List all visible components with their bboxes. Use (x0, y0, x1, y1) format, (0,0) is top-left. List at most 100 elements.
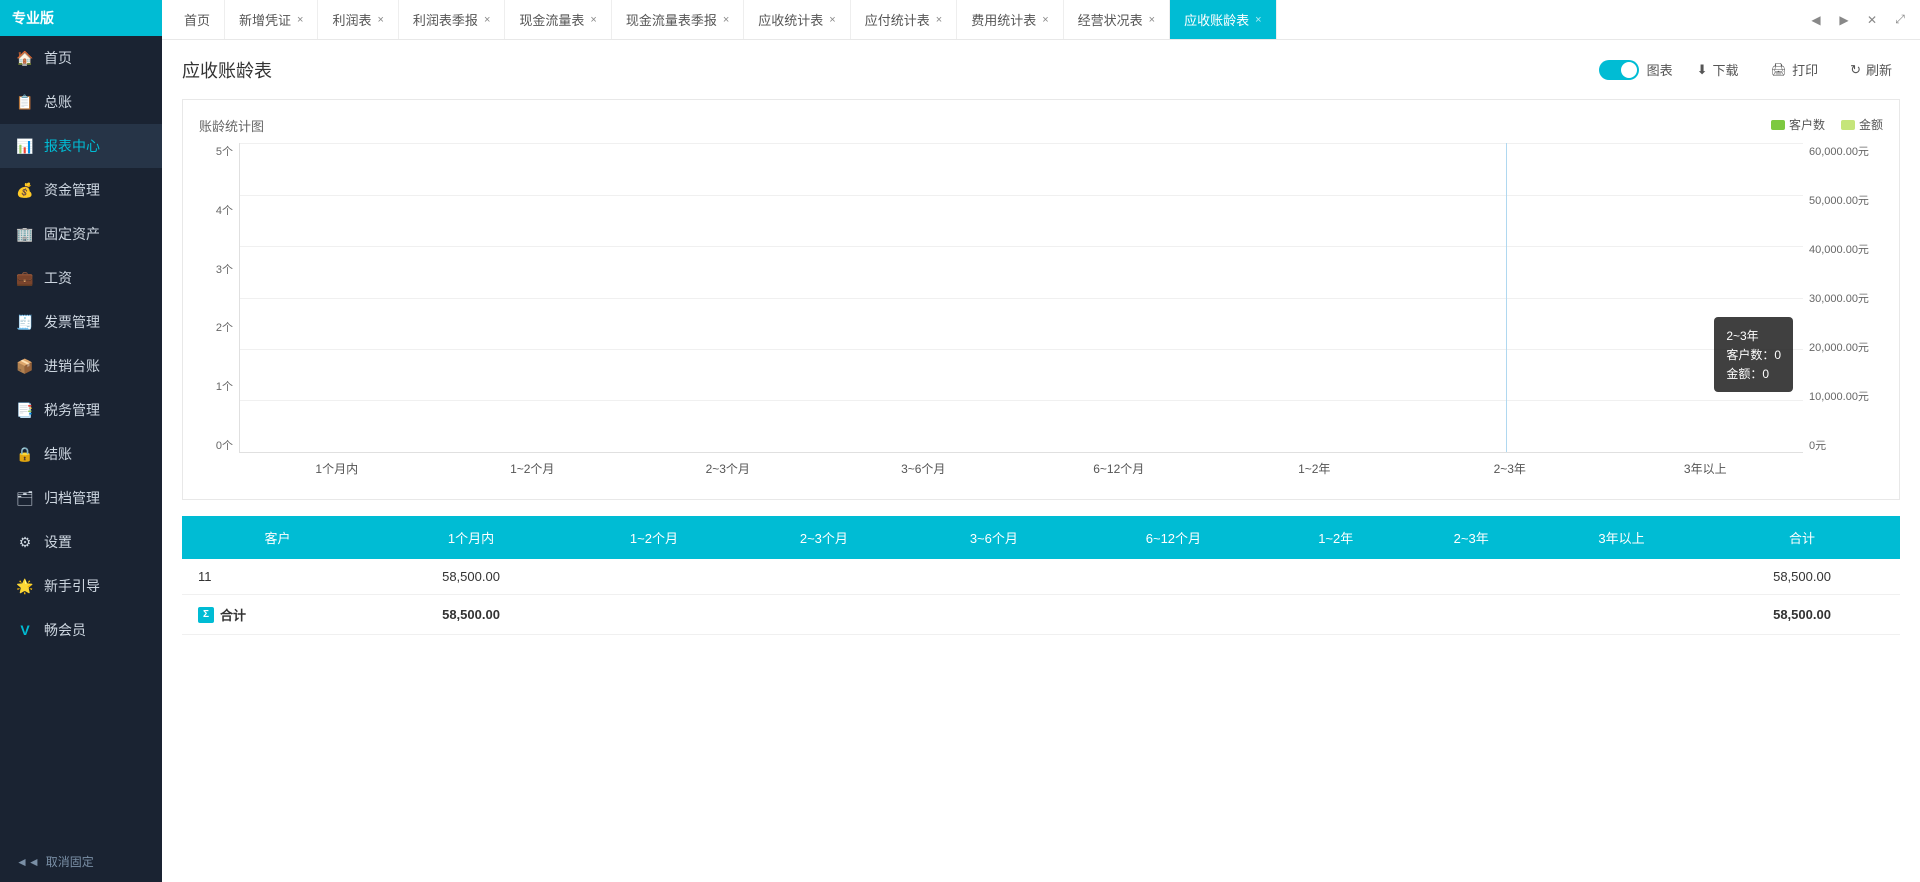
sidebar-item-salary[interactable]: 💼 工资 (0, 256, 162, 300)
sidebar-item-tax[interactable]: 📑 税务管理 (0, 388, 162, 432)
sidebar-item-assets[interactable]: 🏢 固定资产 (0, 212, 162, 256)
tab-prev-button[interactable]: ◀ (1804, 8, 1828, 32)
download-button[interactable]: ⬇ 下载 (1689, 56, 1747, 83)
sidebar-item-vip[interactable]: V 畅会员 (0, 608, 162, 652)
tab-next-button[interactable]: ▶ (1832, 8, 1856, 32)
tab-receivable-aging[interactable]: 应收账龄表 × (1170, 0, 1276, 40)
tab-expense-stat[interactable]: 费用统计表 × (957, 0, 1063, 40)
collapse-arrow-icon: ◄◄ (16, 855, 40, 869)
th-6-12month: 6~12个月 (1079, 516, 1268, 559)
main-area: 首页 新增凭证 × 利润表 × 利润表季报 × 现金流量表 × 现金流量表季报 … (162, 0, 1920, 882)
total-1-2year (1268, 595, 1403, 635)
cell-3-6month-0 (909, 559, 1079, 595)
tab-cashflow-close[interactable]: × (590, 14, 596, 26)
chart-bars (240, 143, 1803, 452)
sidebar-label-tax: 税务管理 (44, 400, 100, 420)
tab-voucher-label: 新增凭证 (239, 10, 291, 29)
th-total: 合计 (1704, 516, 1900, 559)
cell-total-0: 58,500.00 (1704, 559, 1900, 595)
tab-cashflow-quarter-close[interactable]: × (723, 14, 729, 26)
y-right-5: 10,000.00元 (1809, 388, 1869, 404)
tab-payable-stat-close[interactable]: × (936, 14, 942, 26)
print-icon: 🖨 (1771, 62, 1788, 78)
refresh-label: 刷新 (1866, 60, 1892, 79)
cell-2-3year-0 (1403, 559, 1538, 595)
sidebar-item-archive[interactable]: 🗂 归档管理 (0, 476, 162, 520)
tab-cashflow-quarter[interactable]: 现金流量表季报 × (612, 0, 744, 40)
sidebar-item-home[interactable]: 🏠 首页 (0, 36, 162, 80)
tab-operation-label: 经营状况表 (1078, 10, 1143, 29)
sidebar-item-ledger[interactable]: 📋 总账 (0, 80, 162, 124)
tab-receivable-aging-label: 应收账龄表 (1184, 10, 1249, 29)
tooltip-customer-count: 客户数：0 (1726, 346, 1781, 363)
sidebar-label-closing: 结账 (44, 444, 72, 464)
salary-icon: 💼 (16, 270, 34, 287)
sidebar-item-stock[interactable]: 📦 进销台账 (0, 344, 162, 388)
guide-icon: 🌟 (16, 578, 34, 595)
sidebar-label-vip: 畅会员 (44, 620, 86, 640)
print-button[interactable]: 🖨 打印 (1763, 56, 1827, 83)
total-grand: 58,500.00 (1704, 595, 1900, 635)
cell-1month-0: 58,500.00 (373, 559, 569, 595)
tab-voucher-close[interactable]: × (297, 14, 303, 26)
tab-home-label: 首页 (184, 10, 210, 29)
archive-icon: 🗂 (16, 490, 34, 507)
refresh-button[interactable]: ↻ 刷新 (1842, 56, 1900, 83)
sidebar-item-guide[interactable]: 🌟 新手引导 (0, 564, 162, 608)
x-label-7: 3年以上 (1608, 460, 1804, 477)
collapse-label: 取消固定 (46, 853, 94, 870)
sidebar-label-invoice: 发票管理 (44, 312, 100, 332)
tab-profit-quarter[interactable]: 利润表季报 × (399, 0, 505, 40)
sidebar-item-closing[interactable]: 🔒 结账 (0, 432, 162, 476)
sidebar-item-settings[interactable]: ⚙ 设置 (0, 520, 162, 564)
chart-tooltip: 2~3年 客户数：0 金额：0 (1714, 317, 1793, 392)
th-2-3month: 2~3个月 (739, 516, 909, 559)
legend-customer-color (1771, 120, 1785, 130)
sidebar-item-funds[interactable]: 💰 资金管理 (0, 168, 162, 212)
total-3-6month (909, 595, 1079, 635)
tab-receivable-aging-close[interactable]: × (1255, 14, 1261, 26)
tab-receivable-stat[interactable]: 应收统计表 × (744, 0, 850, 40)
chart-plot-area: 2~3年 客户数：0 金额：0 1个月内 1~2个月 2~3个月 3~6个月 6… (239, 143, 1803, 483)
tab-profit-label: 利润表 (332, 10, 371, 29)
home-icon: 🏠 (16, 50, 34, 67)
tab-expense-stat-close[interactable]: × (1042, 14, 1048, 26)
chart-y-left: 5个 4个 3个 2个 1个 0个 (199, 143, 239, 453)
tab-maximize-button[interactable]: ⤢ (1888, 8, 1912, 32)
chart-toggle[interactable] (1599, 60, 1639, 80)
tab-profit-close[interactable]: × (377, 14, 383, 26)
assets-icon: 🏢 (16, 226, 34, 243)
sidebar-item-reports[interactable]: 📊 报表中心 (0, 124, 162, 168)
tab-receivable-stat-label: 应收统计表 (758, 10, 823, 29)
tab-receivable-stat-close[interactable]: × (829, 14, 835, 26)
total-2-3month (739, 595, 909, 635)
collapse-button[interactable]: ◄◄ 取消固定 (0, 841, 162, 882)
total-icon: Σ (198, 607, 214, 623)
x-label-6: 2~3年 (1412, 460, 1608, 477)
print-label: 打印 (1792, 60, 1818, 79)
cell-total-label: Σ 合计 (182, 595, 373, 635)
cell-3plus-0 (1539, 559, 1704, 595)
header-actions: 图表 ⬇ 下载 🖨 打印 ↻ 刷新 (1599, 56, 1900, 83)
tab-voucher[interactable]: 新增凭证 × (225, 0, 318, 40)
x-label-3: 3~6个月 (826, 460, 1022, 477)
tab-profit-quarter-label: 利润表季报 (413, 10, 478, 29)
cell-2-3month-0 (739, 559, 909, 595)
tab-close-all-button[interactable]: ✕ (1860, 8, 1884, 32)
sidebar-label-ledger: 总账 (44, 92, 72, 112)
th-3plus-year: 3年以上 (1539, 516, 1704, 559)
content-area: 应收账龄表 图表 ⬇ 下载 🖨 打印 ↻ 刷新 (162, 40, 1920, 882)
tab-home[interactable]: 首页 (170, 0, 225, 40)
tab-operation-close[interactable]: × (1149, 14, 1155, 26)
chart-container: 账龄统计图 客户数 金额 5个 4个 3个 2个 1个 (182, 99, 1900, 500)
tab-payable-stat[interactable]: 应付统计表 × (851, 0, 957, 40)
tab-cashflow[interactable]: 现金流量表 × (505, 0, 611, 40)
tab-profit-quarter-close[interactable]: × (484, 14, 490, 26)
tab-operation[interactable]: 经营状况表 × (1064, 0, 1170, 40)
sidebar-item-invoice[interactable]: 🧾 发票管理 (0, 300, 162, 344)
total-2-3year (1403, 595, 1538, 635)
tab-profit[interactable]: 利润表 × (318, 0, 398, 40)
closing-icon: 🔒 (16, 446, 34, 463)
y-right-6: 0元 (1809, 437, 1826, 453)
total-3plus (1539, 595, 1704, 635)
